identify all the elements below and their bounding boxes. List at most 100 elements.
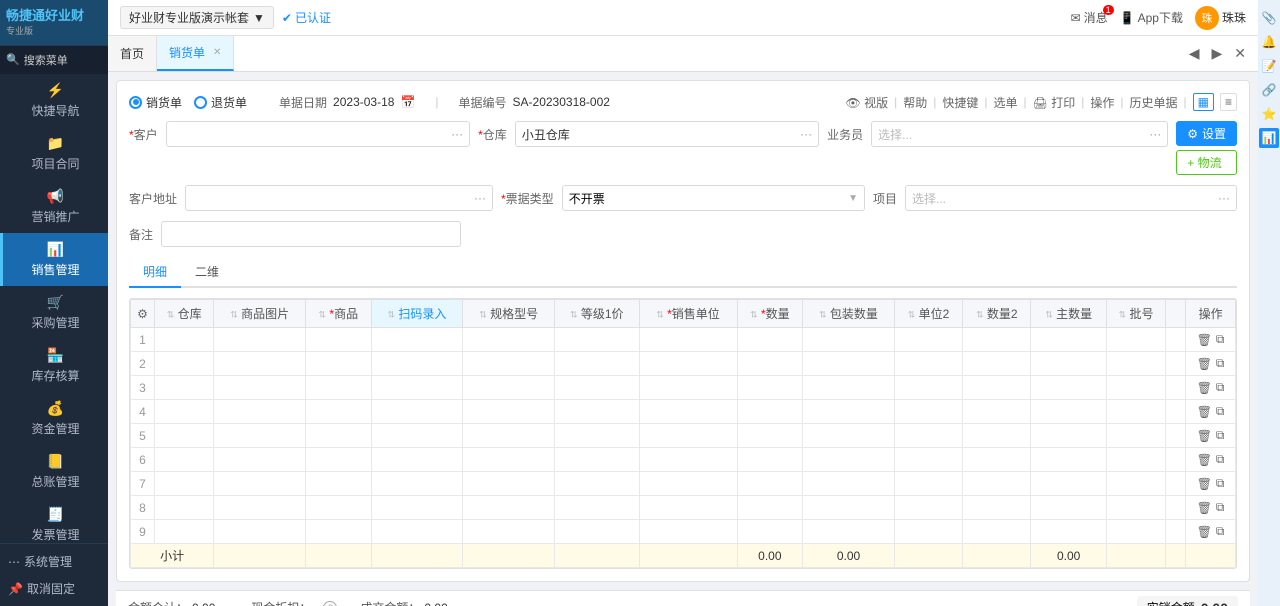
cell-10[interactable]: [963, 328, 1031, 352]
address-picker[interactable]: ···: [474, 191, 486, 205]
cell-7[interactable]: [737, 400, 803, 424]
cell-8[interactable]: [803, 496, 895, 520]
cell-4[interactable]: [463, 352, 555, 376]
cell-2[interactable]: [305, 328, 371, 352]
cell-6[interactable]: [639, 424, 737, 448]
staff-input[interactable]: 选择... ···: [871, 121, 1168, 147]
user-btn[interactable]: 珠 珠珠: [1195, 6, 1246, 30]
cell-7[interactable]: [737, 496, 803, 520]
customer-input[interactable]: ···: [166, 121, 470, 147]
tab-detail[interactable]: 明细: [129, 257, 181, 288]
cell-11[interactable]: [1031, 424, 1106, 448]
copy-icon[interactable]: ⧉: [1216, 524, 1225, 539]
cell-2[interactable]: [305, 496, 371, 520]
cell-8[interactable]: [803, 424, 895, 448]
cell-10[interactable]: [963, 520, 1031, 544]
copy-icon[interactable]: ⧉: [1216, 500, 1225, 515]
cell-10[interactable]: [963, 496, 1031, 520]
settings-cog-icon[interactable]: ⚙: [137, 307, 148, 321]
cell-10[interactable]: [963, 448, 1031, 472]
cell-1[interactable]: [214, 496, 306, 520]
cell-9[interactable]: [894, 424, 962, 448]
cell-13[interactable]: [1166, 400, 1186, 424]
cell-8[interactable]: [803, 352, 895, 376]
cell-5[interactable]: [555, 448, 640, 472]
cell-4[interactable]: [463, 520, 555, 544]
cell-2[interactable]: [305, 352, 371, 376]
cell-4[interactable]: [463, 448, 555, 472]
cell-0[interactable]: [155, 352, 214, 376]
sidebar-item-sales[interactable]: 📊 销售管理: [0, 233, 108, 286]
cell-7[interactable]: [737, 376, 803, 400]
cell-8[interactable]: [803, 376, 895, 400]
tab-next-btn[interactable]: ▶: [1207, 43, 1226, 64]
cell-13[interactable]: [1166, 424, 1186, 448]
cell-12[interactable]: [1106, 448, 1165, 472]
cell-0[interactable]: [155, 472, 214, 496]
cell-11[interactable]: [1031, 376, 1106, 400]
cell-12[interactable]: [1106, 328, 1165, 352]
cell-7[interactable]: [737, 448, 803, 472]
cell-10[interactable]: [963, 472, 1031, 496]
tab-home[interactable]: 首页: [108, 36, 157, 71]
cell-12[interactable]: [1106, 352, 1165, 376]
sidebar-item-accounting[interactable]: 📒 总账管理: [0, 445, 108, 498]
tab-sales[interactable]: 销货单 ✕: [157, 36, 234, 71]
delete-icon[interactable]: 🗑: [1197, 381, 1212, 395]
copy-icon[interactable]: ⧉: [1216, 380, 1225, 395]
cell-5[interactable]: [555, 400, 640, 424]
cell-5[interactable]: [555, 424, 640, 448]
cell-3[interactable]: [371, 400, 463, 424]
copy-icon[interactable]: ⧉: [1216, 332, 1225, 347]
cell-1[interactable]: [214, 472, 306, 496]
cell-6[interactable]: [639, 400, 737, 424]
cell-1[interactable]: [214, 424, 306, 448]
cell-4[interactable]: [463, 328, 555, 352]
tab-prev-btn[interactable]: ◀: [1185, 43, 1204, 64]
col-expand[interactable]: [1166, 300, 1186, 328]
cell-6[interactable]: [639, 352, 737, 376]
cell-7[interactable]: [737, 328, 803, 352]
copy-icon[interactable]: ⧉: [1216, 428, 1225, 443]
cell-7[interactable]: [737, 472, 803, 496]
cell-2[interactable]: [305, 472, 371, 496]
search-nav[interactable]: 🔍 搜索菜单: [0, 46, 108, 74]
cell-7[interactable]: [737, 520, 803, 544]
cell-2[interactable]: [305, 424, 371, 448]
cell-10[interactable]: [963, 424, 1031, 448]
cell-0[interactable]: [155, 424, 214, 448]
staff-picker[interactable]: ···: [1149, 127, 1161, 141]
project-input[interactable]: 选择... ···: [905, 185, 1237, 211]
cell-1[interactable]: [214, 400, 306, 424]
cell-10[interactable]: [963, 352, 1031, 376]
sidebar-item-purchase[interactable]: 🛒 采购管理: [0, 286, 108, 339]
info-icon[interactable]: ?: [323, 601, 337, 606]
delete-icon[interactable]: 🗑: [1197, 333, 1212, 347]
select-btn[interactable]: 选单: [994, 94, 1018, 111]
delete-icon[interactable]: 🗑: [1197, 453, 1212, 467]
delete-icon[interactable]: 🗑: [1197, 477, 1212, 491]
operate-btn[interactable]: 操作: [1090, 94, 1114, 111]
warehouse-input[interactable]: 小丑仓库 ···: [515, 121, 819, 147]
message-btn[interactable]: ✉ 1 消息: [1071, 9, 1108, 26]
sidebar-item-invoice[interactable]: 🧾 发票管理: [0, 498, 108, 543]
view-btn[interactable]: 👁 视版: [846, 94, 889, 111]
cell-12[interactable]: [1106, 424, 1165, 448]
btn-logistics[interactable]: + 物流: [1176, 150, 1237, 175]
cell-11[interactable]: [1031, 400, 1106, 424]
sidebar-item-project[interactable]: 📁 项目合同: [0, 127, 108, 180]
cell-9[interactable]: [894, 496, 962, 520]
customer-picker[interactable]: ···: [451, 127, 463, 141]
warehouse-picker[interactable]: ···: [800, 127, 812, 141]
doc-date-value[interactable]: 2023-03-18: [333, 95, 394, 109]
cell-9[interactable]: [894, 520, 962, 544]
cell-2[interactable]: [305, 520, 371, 544]
delete-icon[interactable]: 🗑: [1197, 501, 1212, 515]
cell-9[interactable]: [894, 352, 962, 376]
invoice-select[interactable]: 不开票 ▼: [562, 185, 865, 211]
delete-icon[interactable]: 🗑: [1197, 525, 1212, 539]
print-btn[interactable]: 🖨 打印: [1033, 94, 1076, 111]
cell-5[interactable]: [555, 472, 640, 496]
cell-9[interactable]: [894, 328, 962, 352]
cell-1[interactable]: [214, 376, 306, 400]
